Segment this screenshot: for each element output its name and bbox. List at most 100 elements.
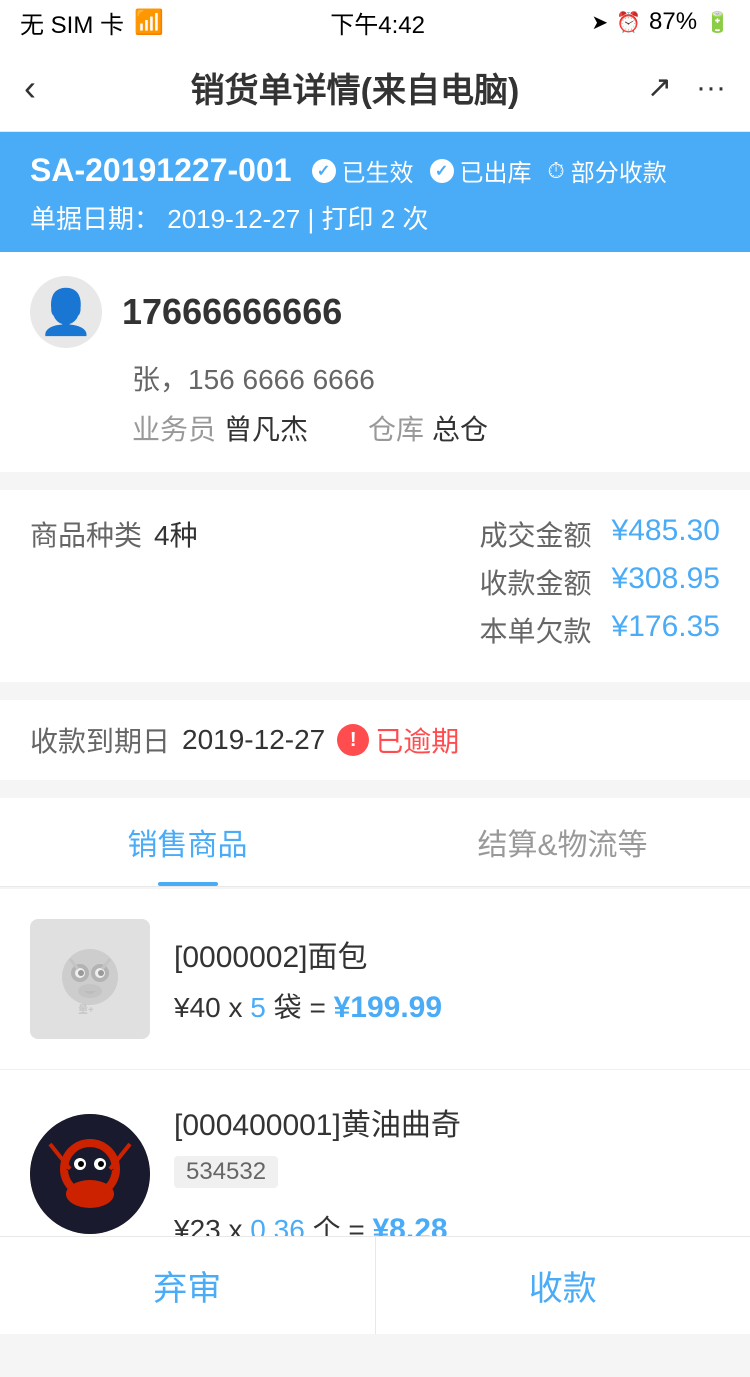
- person-icon: 👤: [39, 286, 94, 338]
- status-right: ➤ ⏰ 87% 🔋: [591, 8, 730, 36]
- carrier-text: 无 SIM 卡: [20, 5, 124, 40]
- svg-text:量+: 量+: [78, 1004, 94, 1016]
- owed-label: 本单欠款: [480, 610, 592, 650]
- separator-3: [0, 782, 750, 798]
- action-bar: 弃审 收款: [0, 1236, 750, 1334]
- due-label: 收款到期日: [30, 720, 170, 760]
- tab-underline: [158, 882, 218, 886]
- nav-actions: ↗ ···: [626, 70, 726, 105]
- bread-unit: 袋: [274, 992, 302, 1023]
- product-name-bread: [0000002]面包: [174, 932, 720, 976]
- separator: |: [307, 204, 321, 234]
- wifi-icon: 📶: [134, 8, 164, 37]
- overdue-badge: ! 已逾期: [337, 720, 459, 760]
- avatar: 👤: [30, 276, 102, 348]
- check-icon-2: ✓: [430, 159, 454, 183]
- tab-sales-products[interactable]: 销售商品: [0, 798, 375, 886]
- product-item: 量+ [0000002]面包 ¥40 x 5 袋 = ¥199.99: [0, 889, 750, 1070]
- product-code-cookie: [000400001]: [174, 1109, 341, 1142]
- product-price-bread: ¥40 x 5 袋 = ¥199.99: [174, 986, 720, 1026]
- product-info-bread: [0000002]面包 ¥40 x 5 袋 = ¥199.99: [174, 932, 720, 1026]
- badge-effective-label: 已生效: [342, 153, 414, 188]
- customer-name: 17666666666: [122, 291, 342, 333]
- received-row: 收款金额 ¥308.95: [480, 562, 720, 602]
- check-icon-1: ✓: [312, 159, 336, 183]
- separator-2: [0, 684, 750, 700]
- confirm-button[interactable]: 收款: [376, 1237, 750, 1334]
- overdue-icon: !: [337, 724, 369, 756]
- cancel-button[interactable]: 弃审: [0, 1237, 376, 1334]
- print-unit-text: 次: [402, 204, 428, 234]
- due-date-value: 2019-12-27: [182, 724, 325, 756]
- tabs-container: 销售商品 结算&物流等: [0, 798, 750, 887]
- due-section: 收款到期日 2019-12-27 ! 已逾期: [0, 700, 750, 780]
- print-count-value: 2: [381, 204, 395, 234]
- amount-label: 成交金额: [480, 514, 592, 554]
- product-code-bread: [0000002]: [174, 941, 307, 974]
- status-time: 下午4:42: [330, 5, 425, 40]
- summary-section: 商品种类 4种 成交金额 ¥485.30 收款金额 ¥308.95 本单欠款 ¥…: [0, 490, 750, 682]
- badge-partial: ⏱ 部分收款: [548, 153, 667, 188]
- product-thumb-cookie: [30, 1114, 150, 1234]
- badge-partial-label: 部分收款: [571, 153, 667, 188]
- nav-bar: ‹ 销货单详情(来自电脑) ↗ ···: [0, 44, 750, 132]
- received-label: 收款金额: [480, 562, 592, 602]
- received-value: ¥308.95: [612, 562, 720, 602]
- tab-sales-label: 销售商品: [128, 820, 248, 864]
- status-left: 无 SIM 卡 📶: [20, 5, 164, 40]
- customer-meta: 业务员 曾凡杰 仓库 总仓: [132, 408, 720, 448]
- bread-multiply: x: [229, 992, 251, 1023]
- customer-section: 👤 17666666666 张，156 6666 6666 业务员 曾凡杰 仓库…: [0, 252, 750, 472]
- battery-icon: 🔋: [705, 10, 730, 35]
- sales-person-value: 曾凡杰: [224, 408, 308, 448]
- bread-equals: =: [309, 992, 333, 1023]
- product-info-cookie: [000400001]黄油曲奇 534532 ¥23 x 0.36 个 = ¥8…: [174, 1100, 720, 1248]
- badge-shipped: ✓ 已出库: [430, 153, 532, 188]
- amount-value: ¥485.30: [612, 514, 720, 554]
- status-bar: 无 SIM 卡 📶 下午4:42 ➤ ⏰ 87% 🔋: [0, 0, 750, 44]
- tab-settlement-label: 结算&物流等: [477, 820, 647, 864]
- summary-right: 成交金额 ¥485.30 收款金额 ¥308.95 本单欠款 ¥176.35: [480, 514, 720, 658]
- share-button[interactable]: ↗: [647, 70, 672, 105]
- page-title: 销货单详情(来自电脑): [84, 63, 626, 112]
- product-thumb-bread: 量+: [30, 919, 150, 1039]
- product-name-cookie: [000400001]黄油曲奇: [174, 1100, 720, 1144]
- order-date-row: 单据日期： 2019-12-27 | 打印 2 次: [30, 199, 720, 236]
- product-type-row: 商品种类 4种: [30, 514, 198, 554]
- tab-settlement[interactable]: 结算&物流等: [375, 798, 750, 886]
- warehouse-value: 总仓: [432, 408, 488, 448]
- sales-label: 业务员: [132, 408, 216, 448]
- product-name-text-bread: 面包: [307, 941, 367, 974]
- owed-value: ¥176.35: [612, 610, 720, 650]
- order-badges: ✓ 已生效 ✓ 已出库 ⏱ 部分收款: [312, 153, 667, 188]
- product-type-value: 4种: [154, 514, 198, 554]
- order-number: SA-20191227-001: [30, 152, 292, 189]
- product-type-label: 商品种类: [30, 514, 142, 554]
- badge-effective: ✓ 已生效: [312, 153, 414, 188]
- warehouse: 仓库 总仓: [368, 408, 488, 448]
- summary-left: 商品种类 4种: [30, 514, 198, 562]
- battery-text: 87%: [649, 8, 697, 36]
- customer-contact: 张，156 6666 6666: [132, 358, 720, 398]
- product-name-text-cookie: 黄油曲奇: [341, 1109, 461, 1142]
- order-date-value: 2019-12-27: [167, 204, 300, 234]
- separator-1: [0, 474, 750, 490]
- amount-row: 成交金额 ¥485.30: [480, 514, 720, 554]
- summary-row: 商品种类 4种 成交金额 ¥485.30 收款金额 ¥308.95 本单欠款 ¥…: [30, 514, 720, 658]
- location-icon: ➤: [591, 10, 608, 35]
- overdue-text: 已逾期: [375, 720, 459, 760]
- bread-qty: 5: [250, 992, 266, 1023]
- ninja-logo: [30, 1114, 150, 1234]
- bread-total: ¥199.99: [334, 991, 442, 1024]
- alarm-icon: ⏰: [616, 10, 641, 35]
- bread-price: ¥40: [174, 992, 221, 1023]
- product-sku: 534532: [174, 1156, 278, 1188]
- more-button[interactable]: ···: [696, 71, 726, 105]
- order-banner: SA-20191227-001 ✓ 已生效 ✓ 已出库 ⏱ 部分收款 单据日期：…: [0, 132, 750, 252]
- owl-logo: 量+: [50, 939, 130, 1019]
- warehouse-label: 仓库: [368, 408, 424, 448]
- badge-shipped-label: 已出库: [460, 153, 532, 188]
- owed-row: 本单欠款 ¥176.35: [480, 610, 720, 650]
- back-button[interactable]: ‹: [24, 67, 84, 109]
- products-section: 量+ [0000002]面包 ¥40 x 5 袋 = ¥199.99: [0, 889, 750, 1279]
